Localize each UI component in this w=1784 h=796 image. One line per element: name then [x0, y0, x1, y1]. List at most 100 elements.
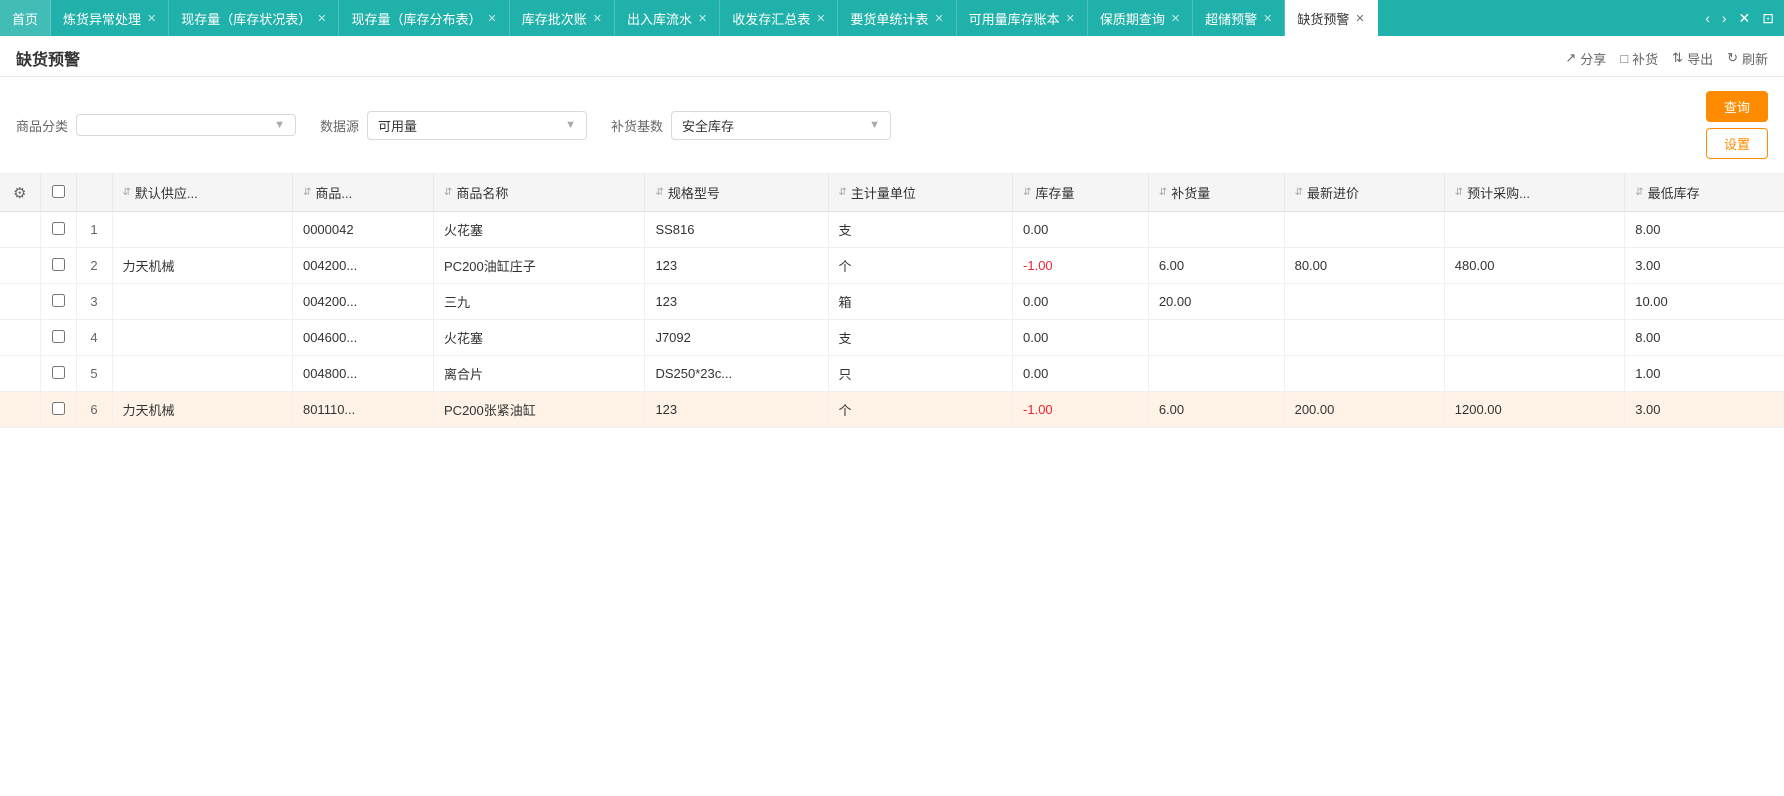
close-tab-available[interactable]: ✕ [1066, 12, 1075, 25]
tab-restore-btn[interactable]: ⊡ [1756, 10, 1780, 27]
cell-checkbox-5[interactable] [40, 392, 76, 428]
refresh-button[interactable]: ↻ 刷新 [1727, 49, 1768, 68]
table-row: 2 力天机械 004200... PC200油缸庄子 123 个 -1.00 6… [0, 248, 1784, 284]
cell-checkbox-2[interactable] [40, 284, 76, 320]
cell-latest-price-5: 200.00 [1284, 392, 1444, 428]
table-body: 1 0000042 火花塞 SS816 支 0.00 8.00 2 力天机械 0… [0, 212, 1784, 428]
gear-icon[interactable]: ⚙ [13, 185, 26, 202]
close-tab-summary[interactable]: ✕ [816, 12, 825, 25]
sort-icon-code: ⇵ [303, 187, 311, 198]
th-spec[interactable]: ⇵ 规格型号 [645, 174, 828, 212]
replenish-base-label: 补货基数 [611, 116, 663, 135]
close-tab-demand[interactable]: ✕ [934, 12, 943, 25]
close-tab-shelf-life[interactable]: ✕ [1171, 12, 1180, 25]
datasource-filter-group: 数据源 可用量 ▼ [320, 111, 587, 140]
th-replenish-qty[interactable]: ⇵ 补货量 [1148, 174, 1284, 212]
tab-shortage[interactable]: 缺货预警 ✕ [1285, 0, 1377, 36]
close-tab-inout[interactable]: ✕ [698, 12, 707, 25]
cell-latest-price-0 [1284, 212, 1444, 248]
cell-settings-1 [0, 248, 40, 284]
tab-summary[interactable]: 收发存汇总表 ✕ [720, 0, 838, 36]
replenish-base-select[interactable]: 安全库存 ▼ [671, 111, 891, 140]
cell-stock-5: -1.00 [1013, 392, 1149, 428]
datasource-select[interactable]: 可用量 ▼ [367, 111, 587, 140]
close-tab-stock-status[interactable]: ✕ [317, 12, 326, 25]
th-latest-price[interactable]: ⇵ 最新进价 [1284, 174, 1444, 212]
replenish-base-select-arrow-icon: ▼ [869, 119, 880, 131]
sort-icon-spec: ⇵ [655, 187, 663, 198]
tab-available[interactable]: 可用量库存账本 ✕ [957, 0, 1088, 36]
th-stock[interactable]: ⇵ 库存量 [1013, 174, 1149, 212]
cell-checkbox-3[interactable] [40, 320, 76, 356]
tab-scroll-right-btn[interactable]: › [1716, 10, 1733, 26]
close-tab-shortage[interactable]: ✕ [1355, 12, 1364, 25]
cell-settings-3 [0, 320, 40, 356]
tab-close-all-btn[interactable]: ✕ [1733, 10, 1757, 27]
tab-shelf-life[interactable]: 保质期查询 ✕ [1088, 0, 1193, 36]
th-estimated-purchase[interactable]: ⇵ 预计采购... [1444, 174, 1624, 212]
cell-name-2: 三九 [434, 284, 645, 320]
cell-settings-2 [0, 284, 40, 320]
cell-min-stock-1: 3.00 [1625, 248, 1784, 284]
cell-stock-4: 0.00 [1013, 356, 1149, 392]
th-product-code[interactable]: ⇵ 商品... [292, 174, 433, 212]
sort-icon-min-stock: ⇵ [1635, 187, 1643, 198]
th-checkbox[interactable] [40, 174, 76, 212]
row-checkbox-2[interactable] [52, 294, 65, 307]
cell-latest-price-3 [1284, 320, 1444, 356]
tab-demand[interactable]: 要货单统计表 ✕ [838, 0, 956, 36]
row-checkbox-5[interactable] [52, 402, 65, 415]
cell-name-1: PC200油缸庄子 [434, 248, 645, 284]
replenish-button[interactable]: □ 补货 [1620, 49, 1658, 68]
row-checkbox-4[interactable] [52, 366, 65, 379]
header-actions: ↗ 分享 □ 补货 ⇅ 导出 ↻ 刷新 [1565, 49, 1768, 68]
tab-home[interactable]: 首页 [0, 0, 51, 36]
table-row: 5 004800... 离合片 DS250*23c... 只 0.00 1.00 [0, 356, 1784, 392]
select-all-checkbox[interactable] [52, 185, 65, 198]
tab-stock-dist[interactable]: 现存量（库存分布表） ✕ [339, 0, 509, 36]
cell-spec-3: J7092 [645, 320, 828, 356]
tab-scroll-left-btn[interactable]: ‹ [1699, 10, 1716, 26]
share-button[interactable]: ↗ 分享 [1565, 49, 1606, 68]
cell-estimated-1: 480.00 [1444, 248, 1624, 284]
tab-nav-buttons: ‹ › ✕ ⊡ [1695, 10, 1784, 27]
cell-stock-2: 0.00 [1013, 284, 1149, 320]
tab-refine[interactable]: 炼货异常处理 ✕ [51, 0, 169, 36]
row-checkbox-1[interactable] [52, 258, 65, 271]
th-min-stock[interactable]: ⇵ 最低库存 [1625, 174, 1784, 212]
cell-code-4: 004800... [292, 356, 433, 392]
settings-button[interactable]: 设置 [1706, 128, 1768, 159]
export-button[interactable]: ⇅ 导出 [1672, 49, 1713, 68]
cell-replenish-5: 6.00 [1148, 392, 1284, 428]
tab-inout[interactable]: 出入库流水 ✕ [615, 0, 720, 36]
cell-supplier-3 [112, 320, 292, 356]
query-button[interactable]: 查询 [1706, 91, 1768, 122]
tab-batch[interactable]: 库存批次账 ✕ [510, 0, 615, 36]
table-row: 6 力天机械 801110... PC200张紧油缸 123 个 -1.00 6… [0, 392, 1784, 428]
category-select[interactable]: ▼ [76, 114, 296, 136]
cell-checkbox-4[interactable] [40, 356, 76, 392]
th-unit[interactable]: ⇵ 主计量单位 [828, 174, 1013, 212]
cell-checkbox-1[interactable] [40, 248, 76, 284]
cell-num-4: 5 [76, 356, 112, 392]
cell-num-0: 1 [76, 212, 112, 248]
th-default-supplier[interactable]: ⇵ 默认供应... [112, 174, 292, 212]
close-tab-batch[interactable]: ✕ [593, 12, 602, 25]
th-settings[interactable]: ⚙ [0, 174, 40, 212]
row-checkbox-0[interactable] [52, 222, 65, 235]
close-tab-refine[interactable]: ✕ [147, 12, 156, 25]
cell-unit-1: 个 [828, 248, 1013, 284]
th-product-name[interactable]: ⇵ 商品名称 [434, 174, 645, 212]
cell-latest-price-2 [1284, 284, 1444, 320]
cell-supplier-0 [112, 212, 292, 248]
sort-icon-name: ⇵ [444, 187, 452, 198]
tab-overstock[interactable]: 超储预警 ✕ [1193, 0, 1285, 36]
close-tab-stock-dist[interactable]: ✕ [488, 12, 497, 25]
cell-checkbox-0[interactable] [40, 212, 76, 248]
datasource-select-value: 可用量 [378, 116, 417, 135]
cell-supplier-4 [112, 356, 292, 392]
close-tab-overstock[interactable]: ✕ [1263, 12, 1272, 25]
sort-icon-latest-price: ⇵ [1295, 187, 1303, 198]
row-checkbox-3[interactable] [52, 330, 65, 343]
tab-stock-status[interactable]: 现存量（库存状况表） ✕ [169, 0, 339, 36]
